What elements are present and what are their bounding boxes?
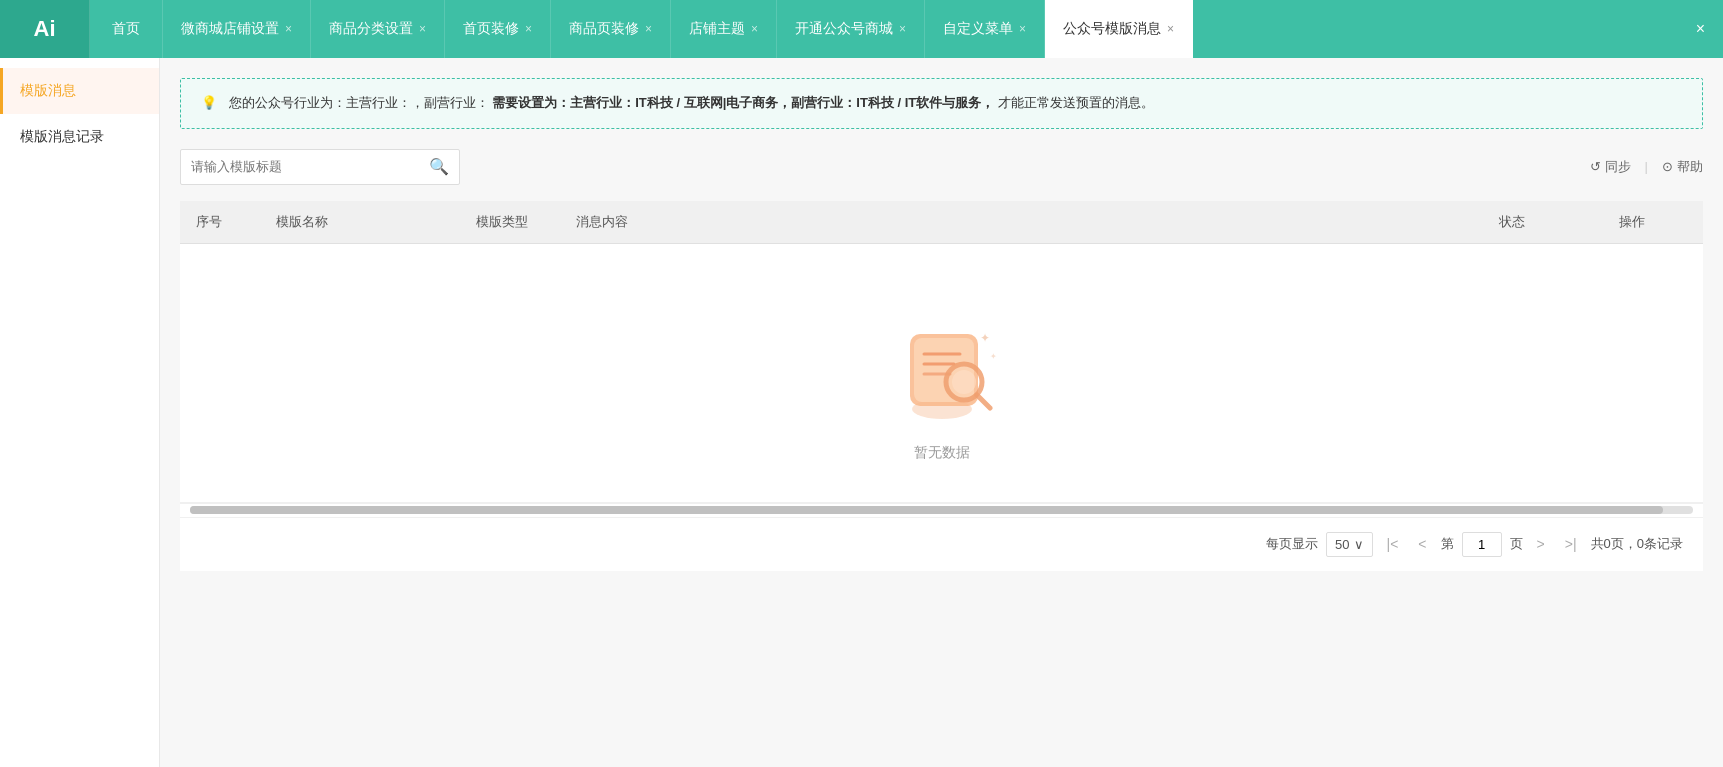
nav-tab-close-icon[interactable]: × xyxy=(285,22,292,36)
search-input-wrap[interactable]: 🔍 xyxy=(180,149,460,185)
nav-tab-close-icon[interactable]: × xyxy=(1019,22,1026,36)
data-table: 序号模版名称模版类型消息内容状态操作 xyxy=(180,201,1703,503)
nav-tabs: 首页微商城店铺设置 ×商品分类设置 ×首页装修 ×商品页装修 ×店铺主题 ×开通… xyxy=(90,0,1678,58)
svg-text:✦: ✦ xyxy=(990,352,997,361)
close-all-button[interactable]: × xyxy=(1678,0,1723,58)
empty-text: 暂无数据 xyxy=(180,444,1703,462)
per-page-select[interactable]: 50 ∨ xyxy=(1326,532,1372,557)
table-header-row: 序号模版名称模版类型消息内容状态操作 xyxy=(180,201,1703,244)
help-label: 帮助 xyxy=(1677,158,1703,176)
nav-tab-close-icon[interactable]: × xyxy=(419,22,426,36)
nav-tab-label: 首页装修 xyxy=(463,20,519,38)
nav-tab-label: 公众号模版消息 xyxy=(1063,20,1161,38)
search-right: ↺ 同步 | ⊙ 帮助 xyxy=(1590,158,1703,176)
page-label-pre: 第 xyxy=(1441,535,1454,553)
search-input[interactable] xyxy=(191,159,429,174)
table-header-actions: 操作 xyxy=(1603,201,1703,244)
sidebar: 模版消息模版消息记录 xyxy=(0,58,160,767)
table-header-status: 状态 xyxy=(1483,201,1603,244)
scroll-thumb[interactable] xyxy=(190,506,1663,514)
table-header-content: 消息内容 xyxy=(560,201,1483,244)
first-page-button[interactable]: |< xyxy=(1381,534,1405,554)
sync-button[interactable]: ↺ 同步 xyxy=(1590,158,1631,176)
notice-prefix: 您的公众号行业为：主营行业：，副营行业： xyxy=(229,95,489,110)
sidebar-item-template-msg[interactable]: 模版消息 xyxy=(0,68,159,114)
sync-label: 同步 xyxy=(1605,158,1631,176)
total-label: 共0页，0条记录 xyxy=(1591,535,1683,553)
svg-text:✦: ✦ xyxy=(980,331,990,345)
per-page-value: 50 xyxy=(1335,537,1349,552)
pagination: 每页显示 50 ∨ |< < 第 页 > >| 共0页，0条记录 xyxy=(180,517,1703,571)
brand-text: Ai xyxy=(34,16,56,42)
table-header-type: 模版类型 xyxy=(460,201,560,244)
nav-tab-product-design[interactable]: 商品页装修 × xyxy=(551,0,671,58)
nav-tab-homepage-design[interactable]: 首页装修 × xyxy=(445,0,551,58)
prev-page-button[interactable]: < xyxy=(1412,534,1432,554)
scroll-track[interactable] xyxy=(190,506,1693,514)
per-page-label: 每页显示 xyxy=(1266,535,1318,553)
empty-state: ✦ ✦ 暂无数据 xyxy=(180,244,1703,502)
help-button[interactable]: ⊙ 帮助 xyxy=(1662,158,1703,176)
per-page-chevron-icon: ∨ xyxy=(1354,537,1364,552)
nav-tab-label: 店铺主题 xyxy=(689,20,745,38)
notice-icon: 💡 xyxy=(201,95,217,110)
nav-tab-label: 开通公众号商城 xyxy=(795,20,893,38)
brand-logo: Ai xyxy=(0,0,90,58)
sidebar-item-template-msg-log[interactable]: 模版消息记录 xyxy=(0,114,159,160)
notice-suffix: 才能正常发送预置的消息。 xyxy=(998,95,1154,110)
search-icon[interactable]: 🔍 xyxy=(429,157,449,176)
last-page-button[interactable]: >| xyxy=(1559,534,1583,554)
nav-tab-label: 商品分类设置 xyxy=(329,20,413,38)
nav-tab-close-icon[interactable]: × xyxy=(899,22,906,36)
empty-illustration: ✦ ✦ xyxy=(882,304,1002,424)
main-layout: 模版消息模版消息记录 💡 您的公众号行业为：主营行业：，副营行业： 需要设置为：… xyxy=(0,58,1723,767)
scroll-row[interactable] xyxy=(180,503,1703,517)
nav-tab-template-msg[interactable]: 公众号模版消息 × xyxy=(1045,0,1193,58)
nav-tab-store-theme[interactable]: 店铺主题 × xyxy=(671,0,777,58)
top-nav: Ai 首页微商城店铺设置 ×商品分类设置 ×首页装修 ×商品页装修 ×店铺主题 … xyxy=(0,0,1723,58)
nav-tab-label: 自定义菜单 xyxy=(943,20,1013,38)
table-header-name: 模版名称 xyxy=(260,201,460,244)
nav-tab-label: 首页 xyxy=(112,20,140,38)
search-bar: 🔍 ↺ 同步 | ⊙ 帮助 xyxy=(180,149,1703,185)
search-left: 🔍 xyxy=(180,149,460,185)
nav-tab-close-icon[interactable]: × xyxy=(1167,22,1174,36)
svg-line-8 xyxy=(977,395,990,408)
nav-tab-wechat-shop[interactable]: 微商城店铺设置 × xyxy=(163,0,311,58)
nav-tab-close-icon[interactable]: × xyxy=(645,22,652,36)
nav-tab-close-icon[interactable]: × xyxy=(751,22,758,36)
svg-point-7 xyxy=(952,370,976,394)
help-icon: ⊙ xyxy=(1662,159,1673,174)
notice-banner: 💡 您的公众号行业为：主营行业：，副营行业： 需要设置为：主营行业：IT科技 /… xyxy=(180,78,1703,129)
nav-tab-product-category[interactable]: 商品分类设置 × xyxy=(311,0,445,58)
nav-tab-home[interactable]: 首页 xyxy=(90,0,163,58)
table-header-index: 序号 xyxy=(180,201,260,244)
nav-tab-label: 商品页装修 xyxy=(569,20,639,38)
content-area: 💡 您的公众号行业为：主营行业：，副营行业： 需要设置为：主营行业：IT科技 /… xyxy=(160,58,1723,767)
notice-highlight: 需要设置为：主营行业：IT科技 / 互联网|电子商务，副营行业：IT科技 / I… xyxy=(492,95,994,110)
divider: | xyxy=(1645,159,1648,174)
page-label-post: 页 xyxy=(1510,535,1523,553)
page-input[interactable] xyxy=(1462,532,1502,557)
nav-tab-close-icon[interactable]: × xyxy=(525,22,532,36)
next-page-button[interactable]: > xyxy=(1531,534,1551,554)
sync-icon: ↺ xyxy=(1590,159,1601,174)
nav-tab-custom-menu[interactable]: 自定义菜单 × xyxy=(925,0,1045,58)
nav-tab-label: 微商城店铺设置 xyxy=(181,20,279,38)
nav-tab-open-mall[interactable]: 开通公众号商城 × xyxy=(777,0,925,58)
